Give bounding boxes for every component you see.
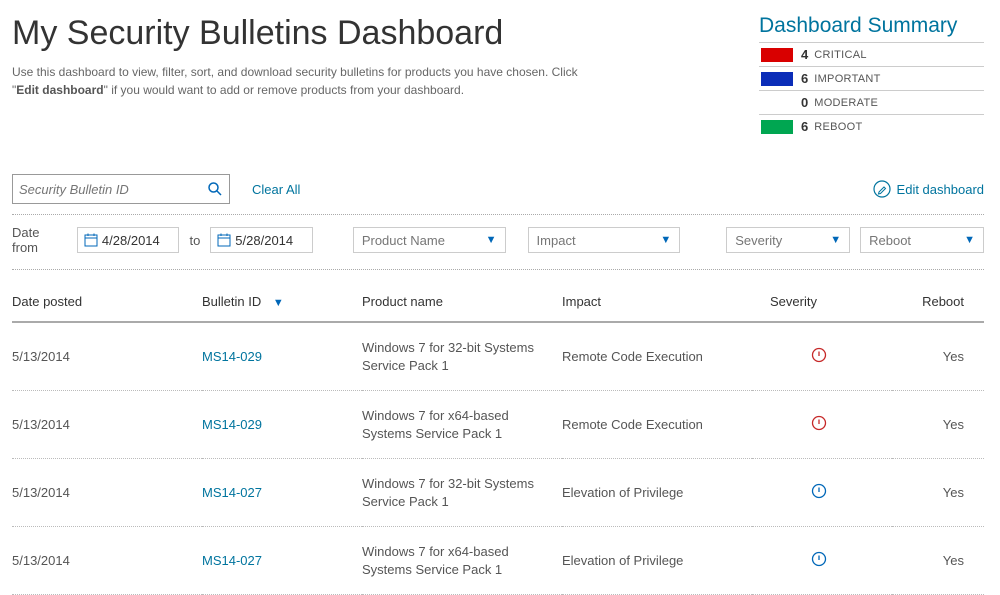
cell-bulletin: MS14-029 (202, 322, 362, 391)
header-bulletin-label: Bulletin ID (202, 294, 261, 309)
page-title: My Security Bulletins Dashboard (12, 14, 592, 53)
cell-product: Windows 7 for x64-based Systems Service … (362, 391, 562, 459)
summary-count: 0 (801, 95, 808, 110)
date-to-input[interactable]: 5/28/2014 (210, 227, 313, 253)
cell-reboot: Yes (892, 527, 984, 595)
summary-label: MODERATE (814, 97, 878, 109)
cell-reboot: Yes (892, 459, 984, 527)
cell-product-text: Windows 7 for x64-based Systems Service … (362, 407, 552, 442)
search-input[interactable] (19, 182, 203, 197)
impact-filter[interactable]: Impact ▼ (528, 227, 681, 253)
table-row: 5/13/2014MS14-027 Windows 7 for 32-bit Sy… (12, 459, 984, 527)
summary-label: CRITICAL (814, 49, 867, 61)
bulletins-table: Date posted Bulletin ID ▼ Product name I… (12, 280, 984, 595)
chevron-down-icon: ▼ (660, 234, 671, 246)
bulletin-link[interactable]: MS14-029 (202, 417, 262, 432)
cell-date: 5/13/2014 (12, 527, 202, 595)
cell-impact: Elevation of Privilege (562, 527, 752, 595)
bulletin-link[interactable]: MS14-027 (202, 485, 262, 500)
severity-icon (811, 415, 827, 431)
date-from-label: Date from (12, 225, 67, 255)
impact-filter-label: Impact (537, 233, 576, 248)
summary-label: IMPORTANT (814, 73, 880, 85)
product-filter-label: Product Name (362, 233, 445, 248)
summary-row: 4 CRITICAL (759, 42, 984, 66)
reboot-filter[interactable]: Reboot ▼ (860, 227, 984, 253)
reboot-filter-label: Reboot (869, 233, 911, 248)
table-row: 5/13/2014MS14-029 Windows 7 for x64-based… (12, 391, 984, 459)
cell-bulletin: MS14-027 (202, 459, 362, 527)
date-from-value: 4/28/2014 (102, 233, 160, 248)
page-subtitle: Use this dashboard to view, filter, sort… (12, 63, 592, 99)
cell-reboot: Yes (892, 322, 984, 391)
summary-count: 6 (801, 119, 808, 134)
cell-date: 5/13/2014 (12, 322, 202, 391)
bulletin-link[interactable]: MS14-029 (202, 349, 262, 364)
divider (12, 214, 984, 215)
table-row: 5/13/2014MS14-027 Windows 7 for x64-based… (12, 527, 984, 595)
edit-dashboard-label: Edit dashboard (897, 182, 984, 197)
summary-title: Dashboard Summary (759, 14, 984, 38)
search-icon[interactable] (207, 181, 223, 197)
cell-severity (752, 459, 892, 527)
cell-product: Windows 7 for 32-bit Systems Service Pac… (362, 322, 562, 391)
clear-all-link[interactable]: Clear All (252, 182, 300, 197)
cell-impact: Remote Code Execution (562, 322, 752, 391)
cell-severity (752, 391, 892, 459)
summary-row: 6 IMPORTANT (759, 66, 984, 90)
summary-row: 0 MODERATE (759, 90, 984, 114)
header-product[interactable]: Product name (362, 280, 562, 322)
header-impact[interactable]: Impact (562, 280, 752, 322)
severity-icon (811, 551, 827, 567)
severity-swatch (761, 72, 793, 86)
severity-icon (811, 347, 827, 363)
severity-swatch (761, 48, 793, 62)
summary-row: 6 REBOOT (759, 114, 984, 138)
cell-bulletin: MS14-027 (202, 527, 362, 595)
summary-label: REBOOT (814, 121, 862, 133)
edit-icon (873, 180, 891, 198)
summary-count: 6 (801, 71, 808, 86)
cell-impact: Elevation of Privilege (562, 459, 752, 527)
chevron-down-icon: ▼ (486, 234, 497, 246)
header-bulletin[interactable]: Bulletin ID ▼ (202, 280, 362, 322)
severity-swatch (761, 120, 793, 134)
header-reboot[interactable]: Reboot (892, 280, 984, 322)
cell-date: 5/13/2014 (12, 391, 202, 459)
cell-product-text: Windows 7 for 32-bit Systems Service Pac… (362, 475, 552, 510)
product-filter[interactable]: Product Name ▼ (353, 227, 506, 253)
severity-filter-label: Severity (735, 233, 782, 248)
sort-indicator-icon: ▼ (273, 297, 284, 309)
dashboard-summary: Dashboard Summary 4 CRITICAL 6 IMPORTANT 0 MO… (759, 14, 984, 138)
table-row: 5/13/2014MS14-029 Windows 7 for 32-bit Sy… (12, 322, 984, 391)
header-date[interactable]: Date posted (12, 280, 202, 322)
cell-product: Windows 7 for x64-based Systems Service … (362, 527, 562, 595)
header-severity[interactable]: Severity (752, 280, 892, 322)
calendar-icon (217, 233, 231, 247)
date-to-value: 5/28/2014 (235, 233, 293, 248)
severity-filter[interactable]: Severity ▼ (726, 227, 850, 253)
cell-reboot: Yes (892, 391, 984, 459)
bulletin-link[interactable]: MS14-027 (202, 553, 262, 568)
search-box[interactable] (12, 174, 230, 204)
cell-bulletin: MS14-029 (202, 391, 362, 459)
severity-icon (811, 483, 827, 499)
date-to-label: to (189, 233, 200, 248)
edit-dashboard-link[interactable]: Edit dashboard (873, 180, 984, 198)
cell-severity (752, 527, 892, 595)
calendar-icon (84, 233, 98, 247)
date-from-input[interactable]: 4/28/2014 (77, 227, 180, 253)
cell-date: 5/13/2014 (12, 459, 202, 527)
cell-product-text: Windows 7 for x64-based Systems Service … (362, 543, 552, 578)
subtitle-bold: Edit dashboard (16, 83, 103, 97)
cell-product: Windows 7 for 32-bit Systems Service Pac… (362, 459, 562, 527)
chevron-down-icon: ▼ (964, 234, 975, 246)
subtitle-post: " if you would want to add or remove pro… (104, 83, 464, 97)
cell-severity (752, 322, 892, 391)
chevron-down-icon: ▼ (830, 234, 841, 246)
divider (12, 269, 984, 270)
cell-impact: Remote Code Execution (562, 391, 752, 459)
cell-product-text: Windows 7 for 32-bit Systems Service Pac… (362, 339, 552, 374)
summary-count: 4 (801, 47, 808, 62)
